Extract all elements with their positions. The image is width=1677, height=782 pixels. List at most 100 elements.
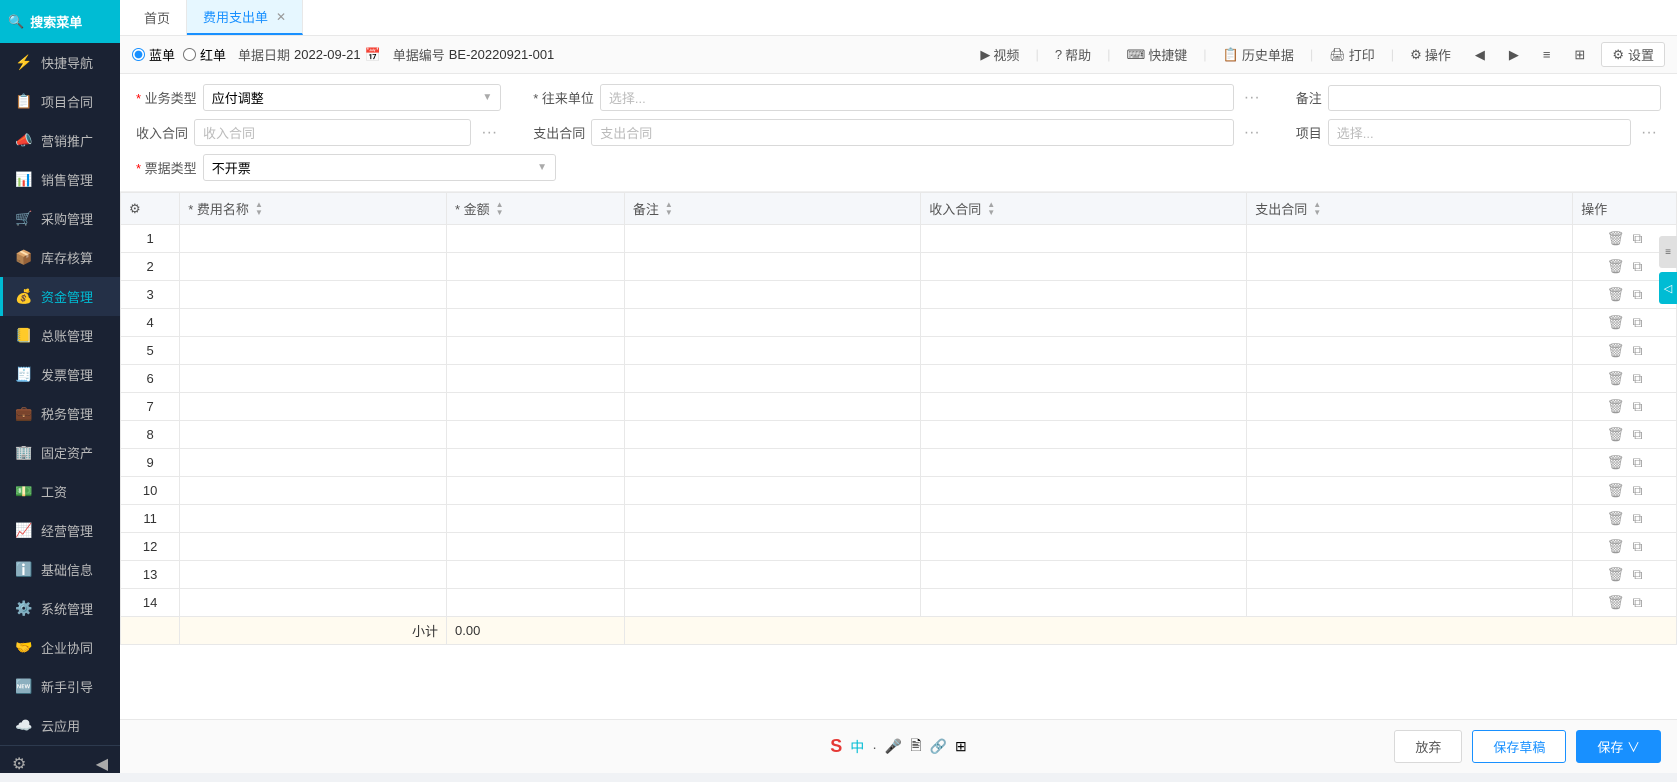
view-grid-btn[interactable]: ⊞ <box>1566 45 1593 65</box>
sidebar-item-new-guide[interactable]: 🆕新手引导 <box>0 667 120 706</box>
cell-amount-2[interactable] <box>447 253 625 281</box>
sort-expense-contract[interactable]: ▲▼ <box>1313 201 1321 217</box>
cell-remark-9[interactable] <box>624 449 920 477</box>
cell-expense-name-10[interactable] <box>180 477 447 505</box>
sidebar-item-salary[interactable]: 💵工资 <box>0 472 120 511</box>
cell-amount-13[interactable] <box>447 561 625 589</box>
project-dots[interactable]: ··· <box>1637 124 1661 142</box>
delete-icon-9[interactable]: 🗑 <box>1607 454 1625 471</box>
radio-blue-label[interactable]: 蓝单 <box>132 45 175 64</box>
cell-expense-name-12[interactable] <box>180 533 447 561</box>
cell-income-contract-11[interactable] <box>921 505 1247 533</box>
cell-expense-name-9[interactable] <box>180 449 447 477</box>
th-setting[interactable]: ⚙ <box>121 193 180 225</box>
copy-icon-12[interactable]: ⧉ <box>1633 538 1643 555</box>
cell-income-contract-7[interactable] <box>921 393 1247 421</box>
cell-amount-14[interactable] <box>447 589 625 617</box>
cell-remark-7[interactable] <box>624 393 920 421</box>
remark-input[interactable] <box>1328 85 1661 111</box>
cell-expense-contract-5[interactable] <box>1247 337 1573 365</box>
delete-icon-5[interactable]: 🗑 <box>1607 342 1625 359</box>
calendar-icon[interactable]: 📅 <box>365 47 381 63</box>
sidebar-item-tax-mgmt[interactable]: 💼税务管理 <box>0 394 120 433</box>
cell-income-contract-13[interactable] <box>921 561 1247 589</box>
invoice-type-input[interactable]: 不开票 ▼ <box>203 154 556 181</box>
sidebar-item-quick-nav[interactable]: ⚡快捷导航 <box>0 43 120 82</box>
copy-icon-14[interactable]: ⧉ <box>1633 594 1643 611</box>
sidebar-item-basic-info[interactable]: ℹ️基础信息 <box>0 550 120 589</box>
cell-expense-name-3[interactable] <box>180 281 447 309</box>
cell-expense-contract-11[interactable] <box>1247 505 1573 533</box>
copy-icon-1[interactable]: ⧉ <box>1633 230 1643 247</box>
float-btn-2[interactable]: ◁ <box>1659 272 1677 304</box>
sidebar-item-operations[interactable]: 📈经营管理 <box>0 511 120 550</box>
cell-expense-contract-9[interactable] <box>1247 449 1573 477</box>
party-input[interactable]: 选择... <box>600 84 1234 111</box>
discard-button[interactable]: 放弃 <box>1394 730 1462 763</box>
float-btn-1[interactable]: ≡ <box>1659 236 1677 268</box>
cell-remark-8[interactable] <box>624 421 920 449</box>
expense-contract-dots[interactable]: ··· <box>1240 124 1264 142</box>
cell-remark-4[interactable] <box>624 309 920 337</box>
cell-remark-12[interactable] <box>624 533 920 561</box>
cell-income-contract-2[interactable] <box>921 253 1247 281</box>
cell-expense-contract-12[interactable] <box>1247 533 1573 561</box>
cell-remark-1[interactable] <box>624 225 920 253</box>
save-button[interactable]: 保存 ∨ <box>1576 730 1661 763</box>
copy-icon-11[interactable]: ⧉ <box>1633 510 1643 527</box>
nav-prev-btn[interactable]: ◀ <box>1467 45 1493 65</box>
date-value[interactable]: 2022-09-21 <box>294 47 361 62</box>
copy-icon-3[interactable]: ⧉ <box>1633 286 1643 303</box>
project-input[interactable]: 选择... <box>1328 119 1631 146</box>
sidebar-header[interactable]: 🔍 搜索菜单 <box>0 0 120 43</box>
cell-amount-3[interactable] <box>447 281 625 309</box>
cell-remark-6[interactable] <box>624 365 920 393</box>
operations-btn[interactable]: ⚙ 操作 <box>1402 43 1459 66</box>
sort-amount[interactable]: ▲▼ <box>496 201 504 217</box>
cell-amount-4[interactable] <box>447 309 625 337</box>
sidebar-item-marketing[interactable]: 📣营销推广 <box>0 121 120 160</box>
sidebar-item-enterprise[interactable]: 🤝企业协同 <box>0 628 120 667</box>
income-contract-input[interactable]: 收入合同 <box>194 119 471 146</box>
delete-icon-12[interactable]: 🗑 <box>1607 538 1625 555</box>
cell-remark-10[interactable] <box>624 477 920 505</box>
set-button[interactable]: ⚙ 设置 <box>1601 42 1665 67</box>
cell-income-contract-8[interactable] <box>921 421 1247 449</box>
radio-red-label[interactable]: 红单 <box>183 45 226 64</box>
cell-amount-9[interactable] <box>447 449 625 477</box>
sidebar-item-inventory[interactable]: 📦库存核算 <box>0 238 120 277</box>
cell-expense-contract-10[interactable] <box>1247 477 1573 505</box>
cell-expense-contract-1[interactable] <box>1247 225 1573 253</box>
radio-red-input[interactable] <box>183 48 196 61</box>
cell-remark-2[interactable] <box>624 253 920 281</box>
nav-next-btn[interactable]: ▶ <box>1501 45 1527 65</box>
delete-icon-3[interactable]: 🗑 <box>1607 286 1625 303</box>
save-draft-button[interactable]: 保存草稿 <box>1472 730 1566 763</box>
cell-income-contract-5[interactable] <box>921 337 1247 365</box>
cell-income-contract-3[interactable] <box>921 281 1247 309</box>
table-setting-icon[interactable]: ⚙ <box>129 201 141 216</box>
expense-contract-input[interactable]: 支出合同 <box>591 119 1234 146</box>
cell-expense-contract-3[interactable] <box>1247 281 1573 309</box>
copy-icon-13[interactable]: ⧉ <box>1633 566 1643 583</box>
sort-remark[interactable]: ▲▼ <box>665 201 673 217</box>
cell-expense-name-5[interactable] <box>180 337 447 365</box>
cell-income-contract-1[interactable] <box>921 225 1247 253</box>
cell-remark-11[interactable] <box>624 505 920 533</box>
cell-income-contract-4[interactable] <box>921 309 1247 337</box>
cell-expense-name-7[interactable] <box>180 393 447 421</box>
delete-icon-7[interactable]: 🗑 <box>1607 398 1625 415</box>
cell-expense-contract-14[interactable] <box>1247 589 1573 617</box>
cell-amount-1[interactable] <box>447 225 625 253</box>
copy-icon-4[interactable]: ⧉ <box>1633 314 1643 331</box>
cell-amount-8[interactable] <box>447 421 625 449</box>
cell-remark-5[interactable] <box>624 337 920 365</box>
delete-icon-1[interactable]: 🗑 <box>1607 230 1625 247</box>
cell-expense-name-2[interactable] <box>180 253 447 281</box>
sort-expense-name[interactable]: ▲▼ <box>255 201 263 217</box>
delete-icon-10[interactable]: 🗑 <box>1607 482 1625 499</box>
sidebar-item-fixed-assets[interactable]: 🏢固定资产 <box>0 433 120 472</box>
sidebar-item-cloud-apps[interactable]: ☁️云应用 <box>0 706 120 745</box>
sidebar-item-invoice-mgmt[interactable]: 🧾发票管理 <box>0 355 120 394</box>
cell-expense-contract-13[interactable] <box>1247 561 1573 589</box>
